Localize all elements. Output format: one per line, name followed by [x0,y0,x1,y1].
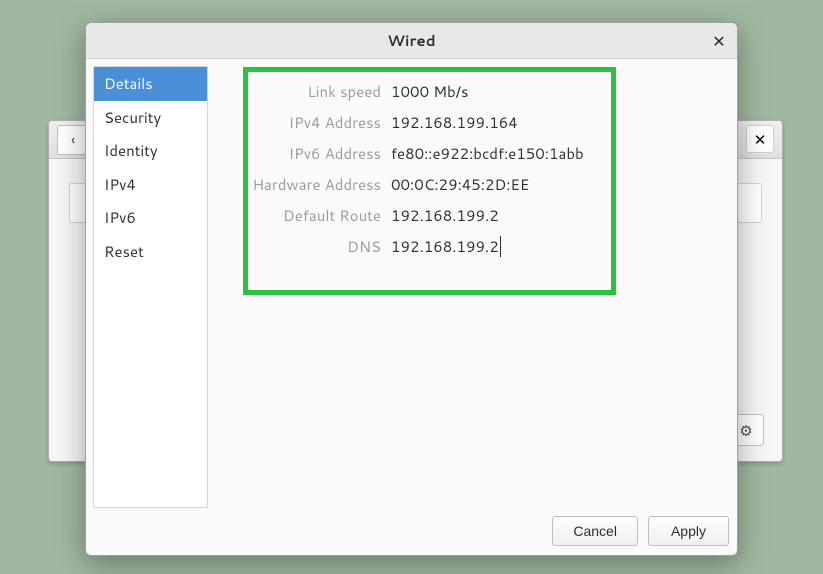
sidebar-item-details[interactable]: Details [94,67,207,101]
detail-row-ipv6: IPv6 Address fe80::e922:bcdf:e150:1abb [226,138,712,169]
sidebar-item-ipv6[interactable]: IPv6 [94,201,207,235]
sidebar-item-label: IPv4 [104,174,136,195]
sidebar-item-ipv4[interactable]: IPv4 [94,168,207,202]
detail-row-ipv4: IPv4 Address 192.168.199.164 [226,107,712,138]
dialog-title: Wired [387,30,435,51]
sidebar-item-identity[interactable]: Identity [94,134,207,168]
detail-label: DNS [226,236,381,257]
detail-value: 192.168.199.2 [391,236,501,257]
detail-row-link-speed: Link speed 1000 Mb/s [226,76,712,107]
sidebar-item-label: Reset [104,241,144,262]
detail-label: IPv4 Address [226,112,381,133]
cancel-button[interactable]: Cancel [552,516,638,546]
sidebar-item-label: Security [104,107,161,128]
detail-row-default-route: Default Route 192.168.199.2 [226,200,712,231]
wired-settings-dialog: Wired ✕ Details Security Identity IPv4 [85,22,738,556]
sidebar-item-security[interactable]: Security [94,101,207,135]
detail-value: 192.168.199.164 [391,112,518,133]
dialog-body: Details Security Identity IPv4 IPv6 Rese… [86,59,737,515]
detail-value: 192.168.199.2 [391,205,499,226]
detail-label: IPv6 Address [226,143,381,164]
detail-value: fe80::e922:bcdf:e150:1abb [391,143,584,164]
sidebar-item-reset[interactable]: Reset [94,235,207,269]
details-pane: Link speed 1000 Mb/s IPv4 Address 192.16… [208,66,730,508]
modal-overlay: Wired ✕ Details Security Identity IPv4 [0,0,823,574]
sidebar-item-label: IPv6 [104,207,136,228]
settings-sidebar: Details Security Identity IPv4 IPv6 Rese… [93,66,208,508]
sidebar-item-label: Details [104,73,153,94]
detail-label: Link speed [226,81,381,102]
sidebar-item-label: Identity [104,140,158,161]
dialog-header: Wired ✕ [86,23,737,59]
detail-row-dns: DNS 192.168.199.2 [226,231,712,262]
close-icon: ✕ [712,30,725,53]
dialog-footer: Cancel Apply [86,515,737,555]
detail-label: Default Route [226,205,381,226]
detail-row-hardware: Hardware Address 00:0C:29:45:2D:EE [226,169,712,200]
detail-value: 1000 Mb/s [391,81,468,102]
dialog-close-button[interactable]: ✕ [707,29,731,53]
detail-value: 00:0C:29:45:2D:EE [391,174,529,195]
apply-button[interactable]: Apply [648,516,729,546]
detail-label: Hardware Address [226,174,381,195]
